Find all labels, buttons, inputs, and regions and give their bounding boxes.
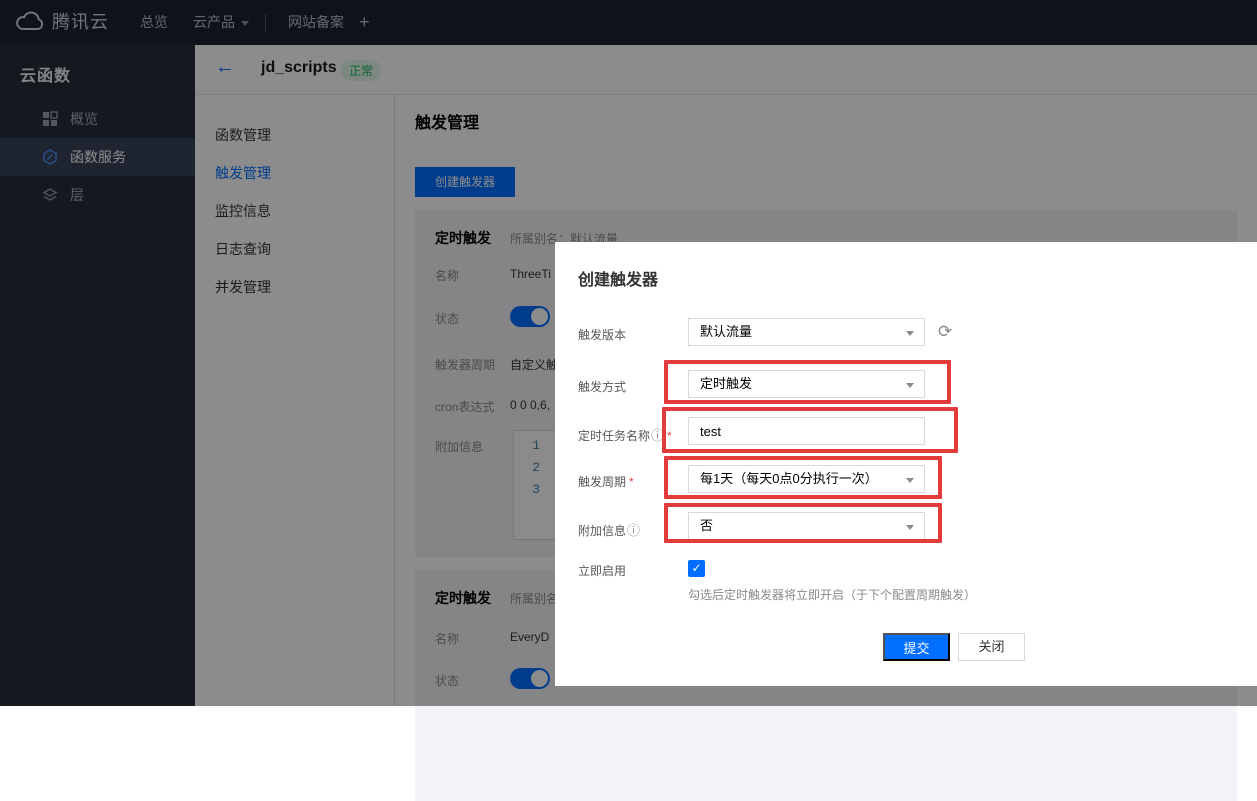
trigger-type-label: 触发方式 bbox=[578, 378, 626, 395]
highlight-rect-task-name bbox=[662, 407, 958, 453]
enable-helper-text: 勾选后定时触发器将立即开启（于下个配置周期触发） bbox=[688, 586, 976, 603]
extra-info-label: 附加信息ⓘ bbox=[578, 520, 640, 539]
highlight-rect-extra-info bbox=[664, 503, 942, 543]
submit-button[interactable]: 提交 bbox=[883, 633, 950, 661]
enable-now-checkbox[interactable]: ✓ bbox=[688, 560, 705, 577]
highlight-rect-trigger-type bbox=[664, 360, 951, 404]
enable-now-label: 立即启用 bbox=[578, 562, 626, 579]
close-button[interactable]: 关闭 bbox=[958, 633, 1025, 661]
version-select[interactable]: 默认流量 bbox=[688, 318, 925, 346]
highlight-rect-cycle bbox=[664, 456, 942, 499]
refresh-icon[interactable]: ⟳ bbox=[938, 322, 952, 342]
info-icon[interactable]: ⓘ bbox=[627, 523, 640, 538]
select-caret-icon bbox=[906, 331, 914, 336]
required-mark: * bbox=[629, 475, 634, 489]
modal-title: 创建触发器 bbox=[578, 266, 658, 290]
cycle-label: 触发周期* bbox=[578, 473, 634, 490]
version-label: 触发版本 bbox=[578, 326, 626, 343]
task-name-label: 定时任务名称ⓘ* bbox=[578, 425, 672, 444]
